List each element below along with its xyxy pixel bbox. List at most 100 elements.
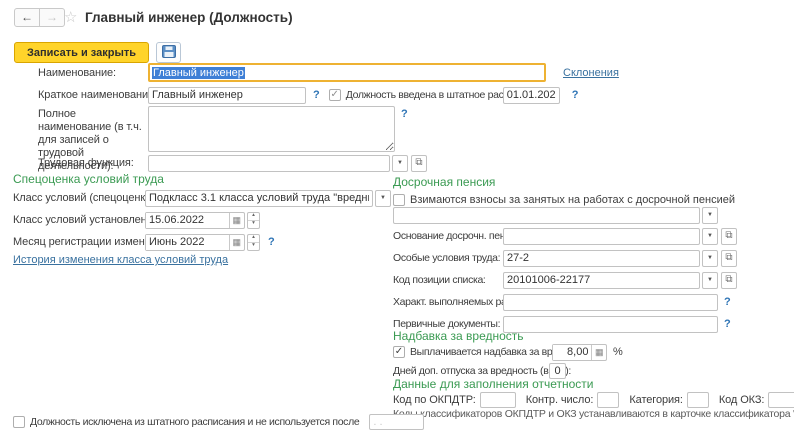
control-number-input[interactable]	[597, 392, 620, 408]
pension-poscode-input[interactable]	[503, 271, 700, 289]
okz-input[interactable]	[768, 392, 794, 408]
pension-special-open-button[interactable]: ⧉	[721, 249, 737, 267]
section-title-pension: Досрочная пенсия	[393, 175, 496, 189]
sout-class-dropdown-button[interactable]: ▼	[375, 189, 391, 207]
labor-function-label: Трудовая функция:	[38, 157, 134, 169]
reporting-codes-row: Код по ОКПДТР: Контр. число: Категория: …	[393, 391, 794, 409]
full-name-help-icon[interactable]: ?	[401, 106, 408, 120]
name-input-selected-text: Главный инженер	[152, 66, 245, 79]
spinner-down-icon: ▾	[248, 219, 259, 228]
percent-unit-label: %	[613, 346, 623, 358]
back-icon: ←	[21, 10, 33, 24]
staffing-help-icon[interactable]: ?	[572, 89, 579, 101]
calendar-icon[interactable]: ▦	[228, 212, 244, 228]
sout-class-input[interactable]	[145, 189, 373, 207]
pension-special-row: Особые условия труда: ▼ ⧉	[393, 249, 737, 267]
open-link-icon: ⧉	[725, 252, 733, 263]
staffing-checkbox[interactable]	[328, 89, 341, 101]
section-title-sout: Спецоценка условий труда	[13, 172, 164, 186]
pension-workchar-input[interactable]	[503, 293, 718, 311]
harm-percent-input[interactable]: ▦	[552, 343, 607, 361]
control-number-label: Контр. число:	[525, 394, 594, 406]
pension-territory-dropdown-button[interactable]: ▼	[702, 206, 718, 224]
pension-workchar-label: Характ. выполняемых работ:	[393, 296, 525, 308]
full-name-row: Полное наименование (в т.ч. для записей …	[38, 106, 408, 172]
chevron-down-icon: ▼	[397, 160, 403, 166]
pension-basis-dropdown-button[interactable]: ▼	[702, 227, 718, 245]
harm-paid-checkbox[interactable]	[393, 346, 405, 358]
pension-special-input[interactable]	[503, 249, 700, 267]
calculator-icon[interactable]: ▦	[591, 344, 606, 360]
pension-basis-open-button[interactable]: ⧉	[721, 227, 737, 245]
sout-from-spinner[interactable]: ▴ ▾	[247, 211, 260, 229]
short-name-help-icon[interactable]: ?	[313, 89, 320, 101]
forward-icon: →	[46, 10, 58, 24]
sout-from-date-input[interactable]: ▦	[145, 211, 245, 229]
sout-from-row: Класс условий установлен с: ▦ ▴ ▾	[13, 211, 260, 229]
pension-workchar-row: Характ. выполняемых работ: ?	[393, 293, 731, 311]
declension-link[interactable]: Склонения	[563, 67, 619, 79]
full-name-textarea[interactable]	[148, 106, 395, 152]
staffing-date-input[interactable]	[502, 86, 560, 104]
sout-class-row: Класс условий (спецоценка): ▼	[13, 189, 391, 207]
save-button[interactable]	[156, 42, 182, 63]
pension-special-dropdown-button[interactable]: ▼	[702, 249, 718, 267]
category-label: Категория:	[629, 394, 683, 406]
excluded-checkbox[interactable]	[13, 416, 25, 428]
forward-button[interactable]: →	[39, 7, 65, 27]
name-input[interactable]: Главный инженер	[148, 63, 546, 82]
page-title: Главный инженер (Должность)	[85, 10, 293, 25]
pension-territory-input[interactable]	[393, 206, 700, 224]
section-title-harm: Надбавка за вредность	[393, 329, 524, 343]
pension-basis-row: Основание досрочн. пенсии: ▼ ⧉	[393, 227, 737, 245]
labor-function-dropdown-button[interactable]: ▼	[392, 154, 408, 172]
favorite-star-icon[interactable]: ☆	[64, 8, 77, 26]
pension-primdocs-help-icon[interactable]: ?	[724, 318, 731, 330]
excluded-row: Должность исключена из штатного расписан…	[13, 413, 425, 431]
save-and-close-button[interactable]: Записать и закрыть	[14, 42, 150, 63]
sout-month-row: Месяц регистрации изменений: ▦ ▴ ▾ ?	[13, 233, 275, 251]
calendar-icon[interactable]: ▦	[228, 234, 244, 250]
back-button[interactable]: ←	[14, 7, 40, 27]
class-history-link[interactable]: История изменения класса условий труда	[13, 254, 228, 266]
okpdtr-label: Код по ОКПДТР:	[393, 394, 476, 406]
pension-primdocs-input[interactable]	[503, 315, 718, 333]
sout-month-label: Месяц регистрации изменений:	[13, 236, 172, 248]
harm-days-label: Дней доп. отпуска за вредность (в год):	[393, 365, 571, 377]
short-name-label: Краткое наименование:	[38, 89, 158, 101]
nav-history: ← →	[14, 7, 65, 27]
open-link-icon: ⧉	[415, 157, 423, 168]
pension-territory-row: ▼	[393, 206, 718, 224]
labor-function-open-button[interactable]: ⧉	[411, 154, 427, 172]
chevron-down-icon: ▼	[380, 195, 386, 201]
chevron-down-icon: ▼	[707, 255, 713, 261]
section-title-reporting: Данные для заполнения отчетности	[393, 377, 594, 391]
pension-workchar-help-icon[interactable]: ?	[724, 296, 731, 308]
sout-from-label: Класс условий установлен с:	[13, 214, 158, 226]
spinner-up-icon: ▴	[252, 212, 255, 219]
spinner-down-icon: ▾	[248, 241, 259, 250]
open-link-icon: ⧉	[725, 274, 733, 285]
pension-basis-input[interactable]	[503, 227, 700, 245]
spinner-up-icon: ▴	[252, 234, 255, 241]
sout-month-spinner[interactable]: ▴ ▾	[247, 233, 260, 251]
okpdtr-input[interactable]	[479, 392, 516, 408]
pension-poscode-open-button[interactable]: ⧉	[721, 271, 737, 289]
excluded-label: Должность исключена из штатного расписан…	[30, 416, 360, 428]
chevron-down-icon: ▼	[707, 212, 713, 218]
sout-month-help-icon[interactable]: ?	[268, 236, 275, 248]
open-link-icon: ⧉	[725, 230, 733, 241]
sout-month-input[interactable]: ▦	[145, 233, 245, 251]
pension-poscode-label: Код позиции списка:	[393, 274, 486, 286]
category-input[interactable]	[686, 392, 709, 408]
sout-class-label: Класс условий (спецоценка):	[13, 192, 158, 204]
pension-special-label: Особые условия труда:	[393, 252, 501, 264]
labor-function-row: Трудовая функция: ▼ ⧉	[38, 154, 427, 172]
excluded-date-input[interactable]	[369, 414, 425, 430]
pension-poscode-dropdown-button[interactable]: ▼	[702, 271, 718, 289]
labor-function-input[interactable]	[148, 154, 390, 172]
short-name-input[interactable]	[148, 86, 306, 104]
short-name-row: Краткое наименование: ? Должность введен…	[38, 86, 578, 104]
name-label: Наименование:	[38, 66, 117, 79]
pension-contrib-checkbox[interactable]	[393, 194, 405, 206]
